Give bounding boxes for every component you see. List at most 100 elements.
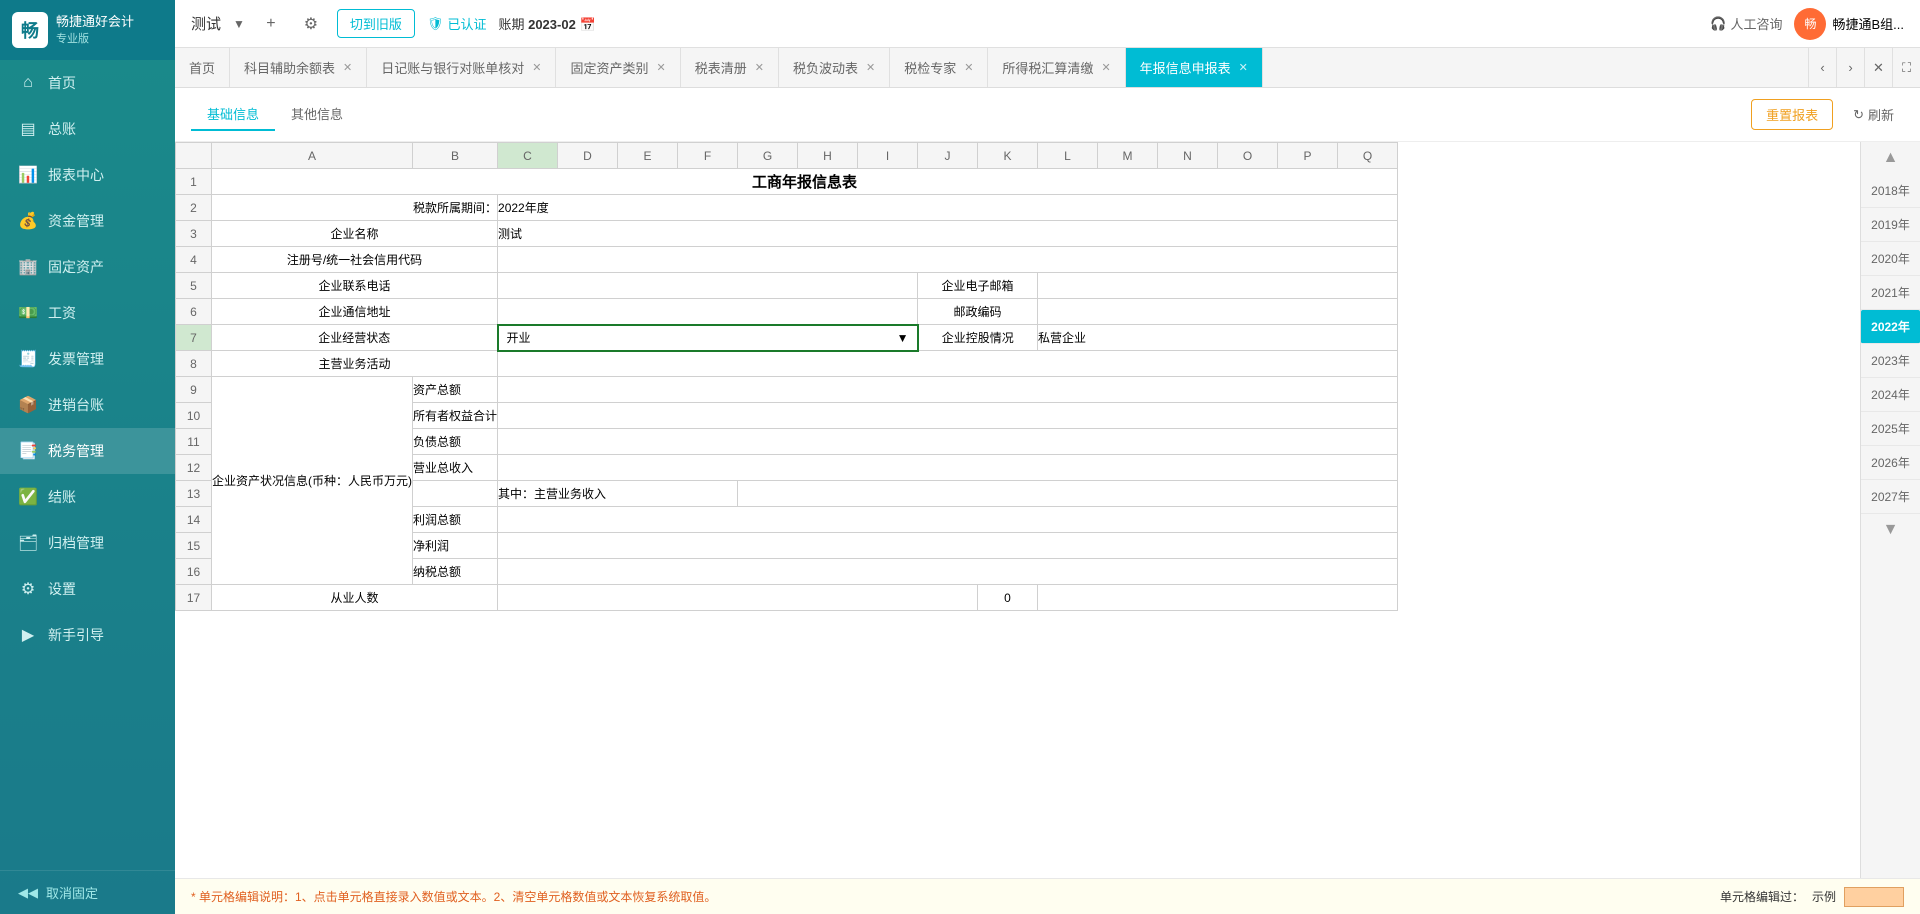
year-item-2020[interactable]: 2020年 bbox=[1861, 242, 1920, 276]
year-item-2026[interactable]: 2026年 bbox=[1861, 446, 1920, 480]
tab-taxcheck[interactable]: 税检专家 ✕ bbox=[890, 48, 988, 87]
col-header-c: C bbox=[498, 143, 558, 169]
sidebar-item-archive[interactable]: 🗂 归档管理 bbox=[0, 520, 175, 566]
sidebar-item-tax[interactable]: 📑 税务管理 bbox=[0, 428, 175, 474]
col-header-k: K bbox=[978, 143, 1038, 169]
cell-employees-value[interactable]: 0 bbox=[978, 585, 1038, 611]
year-item-2021[interactable]: 2021年 bbox=[1861, 276, 1920, 310]
sidebar-item-inout[interactable]: 📦 进销台账 bbox=[0, 382, 175, 428]
tab-taxform[interactable]: 税表清册 ✕ bbox=[681, 48, 779, 87]
topbar-service[interactable]: 🎧 人工咨询 bbox=[1710, 14, 1782, 33]
cell-phone-value[interactable] bbox=[498, 273, 918, 299]
row-header: 12 bbox=[176, 455, 212, 481]
sidebar-item-report[interactable]: 📊 报表中心 bbox=[0, 152, 175, 198]
sidebar-item-fixed[interactable]: 🏢 固定资产 bbox=[0, 244, 175, 290]
tab-close-icon[interactable]: ✕ bbox=[866, 61, 875, 74]
cell-company-value[interactable]: 测试 bbox=[498, 221, 1398, 247]
year-item-2023[interactable]: 2023年 bbox=[1861, 344, 1920, 378]
year-item-2022[interactable]: 2022年 bbox=[1861, 310, 1920, 344]
cell-email-value[interactable] bbox=[1038, 273, 1398, 299]
cell-title[interactable]: 工商年报信息表 bbox=[212, 169, 1398, 195]
row-header: 15 bbox=[176, 533, 212, 559]
cell-profit-value[interactable] bbox=[498, 507, 1398, 533]
tab-yearreport[interactable]: 年报信息申报表 ✕ bbox=[1126, 48, 1263, 87]
cell-assets-value[interactable] bbox=[498, 377, 1398, 403]
cell-postcode-value[interactable] bbox=[1038, 299, 1398, 325]
tab-close-icon[interactable]: ✕ bbox=[1101, 61, 1110, 74]
sidebar-item-label: 新手引导 bbox=[48, 625, 104, 645]
cell-assets-group-label: 企业资产状况信息(币种：人民币万元) bbox=[212, 377, 413, 585]
tab-journal[interactable]: 日记账与银行对账单核对 ✕ bbox=[367, 48, 556, 87]
tab-incometax[interactable]: 所得税汇算清缴 ✕ bbox=[988, 48, 1125, 87]
tab-close-icon[interactable]: ✕ bbox=[1239, 61, 1248, 74]
col-header-h: H bbox=[798, 143, 858, 169]
reset-button[interactable]: 重置报表 bbox=[1751, 99, 1833, 130]
tab-label: 所得税汇算清缴 bbox=[1002, 58, 1093, 77]
sidebar-item-ledger[interactable]: ▤ 总账 bbox=[0, 106, 175, 152]
settings-icon: ⚙ bbox=[18, 579, 38, 599]
sidebar-item-invoice[interactable]: 🧾 发票管理 bbox=[0, 336, 175, 382]
col-header-d: D bbox=[558, 143, 618, 169]
sidebar-item-settings[interactable]: ⚙ 设置 bbox=[0, 566, 175, 612]
tab-label: 税检专家 bbox=[904, 58, 956, 77]
cell-regnum-value[interactable] bbox=[498, 247, 1398, 273]
cell-holding-value[interactable]: 私营企业 bbox=[1038, 325, 1398, 351]
tab-next-btn[interactable]: › bbox=[1836, 48, 1864, 88]
tab-aux[interactable]: 科目辅助余额表 ✕ bbox=[230, 48, 367, 87]
cell-bizstatus-dropdown[interactable]: 开业 ▼ bbox=[498, 325, 918, 351]
cell-revenue-value[interactable] bbox=[498, 455, 1398, 481]
tab-close-icon[interactable]: ✕ bbox=[532, 61, 541, 74]
tab-home[interactable]: 首页 bbox=[175, 48, 230, 87]
tab-close-icon[interactable]: ✕ bbox=[755, 61, 764, 74]
sidebar-item-home[interactable]: ⌂ 首页 bbox=[0, 60, 175, 106]
calendar-icon[interactable]: 📅 bbox=[579, 17, 595, 32]
sidebar-item-funds[interactable]: 💰 资金管理 bbox=[0, 198, 175, 244]
spreadsheet-wrapper[interactable]: A B C D E F G H I J K L bbox=[175, 142, 1860, 878]
sheet-tab-other[interactable]: 其他信息 bbox=[275, 98, 359, 131]
report-icon: 📊 bbox=[18, 165, 38, 185]
example-label: 示例 bbox=[1812, 888, 1836, 905]
cell-mainrevenue-value[interactable] bbox=[738, 481, 1398, 507]
cell-employees-extra[interactable] bbox=[1038, 585, 1398, 611]
year-panel-down[interactable]: ▼ bbox=[1861, 514, 1920, 546]
tab-fixed[interactable]: 固定资产类别 ✕ bbox=[556, 48, 680, 87]
year-panel-up[interactable]: ▲ bbox=[1861, 142, 1920, 174]
switch-version-button[interactable]: 切到旧版 bbox=[337, 9, 415, 38]
cell-netprofit-value[interactable] bbox=[498, 533, 1398, 559]
sidebar-unpin[interactable]: ◀◀ 取消固定 bbox=[0, 870, 175, 914]
year-item-2025[interactable]: 2025年 bbox=[1861, 412, 1920, 446]
tab-close-icon[interactable]: ✕ bbox=[343, 61, 352, 74]
cell-period-value[interactable]: 2022年度 bbox=[498, 195, 1398, 221]
sidebar-item-guide[interactable]: ▶ 新手引导 bbox=[0, 612, 175, 658]
cell-equity-value[interactable] bbox=[498, 403, 1398, 429]
sheet-tab-basic[interactable]: 基础信息 bbox=[191, 98, 275, 131]
year-item-2019[interactable]: 2019年 bbox=[1861, 208, 1920, 242]
year-item-2024[interactable]: 2024年 bbox=[1861, 378, 1920, 412]
col-header-q: Q bbox=[1338, 143, 1398, 169]
cell-address-value[interactable] bbox=[498, 299, 918, 325]
tab-prev-btn[interactable]: ‹ bbox=[1808, 48, 1836, 88]
topbar-user[interactable]: 畅 畅捷通B组... bbox=[1794, 8, 1904, 40]
topbar-dropdown[interactable]: ▼ bbox=[233, 17, 245, 31]
topbar-add-btn[interactable]: + bbox=[257, 10, 285, 38]
cell-mainbiz-value[interactable] bbox=[498, 351, 1398, 377]
tab-close-icon[interactable]: ✕ bbox=[964, 61, 973, 74]
tab-taxwave[interactable]: 税负波动表 ✕ bbox=[779, 48, 890, 87]
sidebar-item-salary[interactable]: 💵 工资 bbox=[0, 290, 175, 336]
topbar-settings-btn[interactable]: ⚙ bbox=[297, 10, 325, 38]
cell-employees-empty[interactable] bbox=[498, 585, 978, 611]
year-item-2018[interactable]: 2018年 bbox=[1861, 174, 1920, 208]
tab-close-all-btn[interactable]: ✕ bbox=[1864, 48, 1892, 88]
tab-close-icon[interactable]: ✕ bbox=[657, 61, 666, 74]
sidebar-item-settle[interactable]: ✅ 结账 bbox=[0, 474, 175, 520]
cell-debt-value[interactable] bbox=[498, 429, 1398, 455]
cell-sub-label bbox=[413, 481, 498, 507]
tab-expand-btn[interactable]: ⛶ bbox=[1892, 48, 1920, 88]
row-header: 17 bbox=[176, 585, 212, 611]
tab-label: 首页 bbox=[189, 58, 215, 77]
inout-icon: 📦 bbox=[18, 395, 38, 415]
dropdown-arrow-icon[interactable]: ▼ bbox=[897, 331, 909, 345]
year-item-2027[interactable]: 2027年 bbox=[1861, 480, 1920, 514]
refresh-button[interactable]: ↻ 刷新 bbox=[1843, 99, 1904, 130]
cell-tax-value[interactable] bbox=[498, 559, 1398, 585]
